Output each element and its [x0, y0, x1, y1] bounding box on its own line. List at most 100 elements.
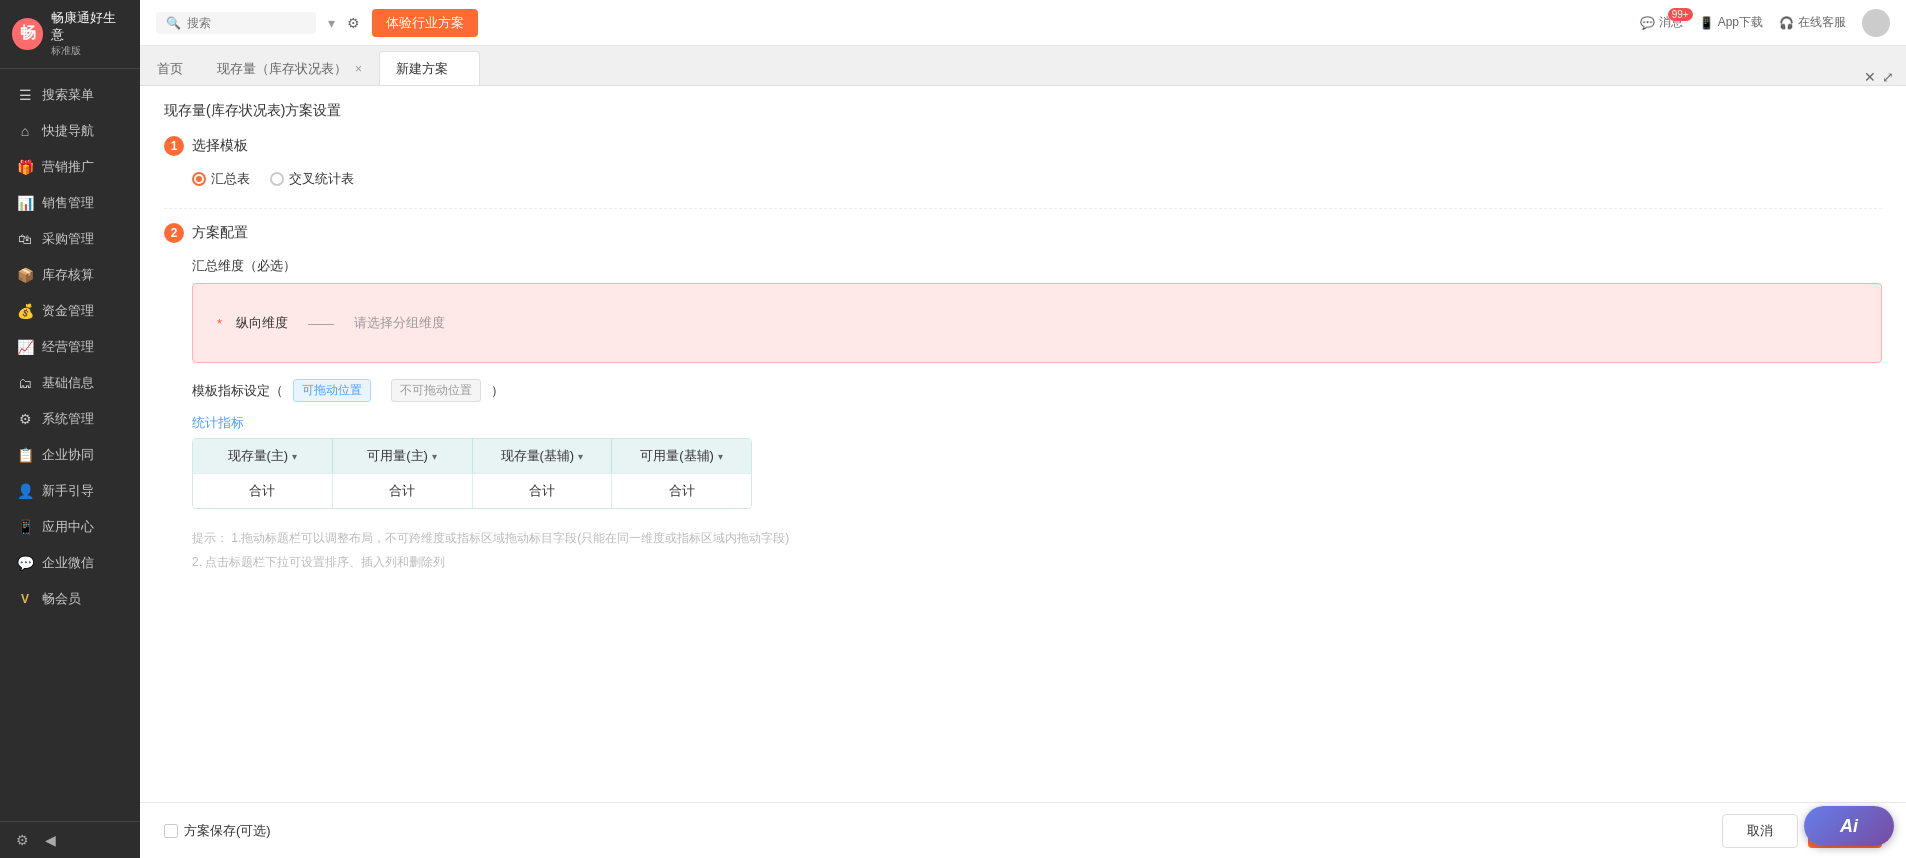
sidebar-item-quick-nav[interactable]: ⌂ 快捷导航 [0, 113, 140, 149]
dimension-dash: —— [308, 316, 334, 331]
col2-chevron[interactable]: ▾ [432, 451, 437, 462]
sidebar-nav: ☰ 搜索菜单 ⌂ 快捷导航 🎁 营销推广 📊 销售管理 🛍 采购管理 📦 库存核… [0, 69, 140, 821]
main-area: 🔍 ▾ ⚙ 体验行业方案 💬 消息 99+ 📱 App下载 🎧 在线客服 [140, 0, 1906, 858]
app-subtitle: 标准版 [51, 44, 128, 58]
message-badge[interactable]: 💬 消息 99+ [1640, 14, 1683, 31]
sidebar-item-label: 新手引导 [42, 482, 94, 500]
ai-label: Ai [1840, 816, 1858, 837]
template-radio-group: 汇总表 交叉统计表 [192, 170, 1882, 188]
sidebar-item-newbie[interactable]: 👤 新手引导 [0, 473, 140, 509]
expand-icon[interactable]: ⤢ [1882, 69, 1894, 85]
sidebar-item-label: 系统管理 [42, 410, 94, 428]
section-config: 2 方案配置 汇总维度（必选） * 纵向维度 —— 请选择分组维度 模板指标设定… [164, 223, 1882, 573]
tab-home-label: 首页 [157, 60, 183, 78]
mobile-icon: 📱 [16, 519, 34, 535]
online-service-link[interactable]: 🎧 在线客服 [1779, 14, 1846, 31]
sidebar-item-label: 搜索菜单 [42, 86, 94, 104]
dimension-box: * 纵向维度 —— 请选择分组维度 [192, 283, 1882, 363]
settings-icon[interactable]: ⚙ [16, 832, 29, 848]
save-checkbox[interactable] [164, 824, 178, 838]
topbar-right: 💬 消息 99+ 📱 App下载 🎧 在线客服 [1640, 9, 1890, 37]
no-drag-badge: 不可拖动位置 [391, 379, 481, 402]
sidebar-item-member[interactable]: V 畅会员 [0, 581, 140, 617]
tab-inventory-status[interactable]: 现存量（库存状况表） × [200, 51, 379, 85]
required-mark: * [217, 316, 222, 331]
sidebar-item-search-menu[interactable]: ☰ 搜索菜单 [0, 77, 140, 113]
app-download-link[interactable]: 📱 App下载 [1699, 14, 1763, 31]
search-icon: 🔍 [166, 16, 181, 30]
stats-col3-data: 合计 [473, 474, 613, 508]
cancel-button[interactable]: 取消 [1722, 814, 1798, 848]
message-count: 99+ [1668, 8, 1693, 21]
sidebar-item-label: 资金管理 [42, 302, 94, 320]
app-download-label: App下载 [1718, 14, 1763, 31]
search-input[interactable] [187, 16, 287, 30]
gear-icon: ⚙ [16, 411, 34, 427]
stats-col1-data: 合计 [193, 474, 333, 508]
col4-chevron[interactable]: ▾ [718, 451, 723, 462]
indicator-settings: 模板指标设定（ 可拖动位置 不可拖动位置 ） [192, 379, 1882, 402]
save-option-label: 方案保存(可选) [184, 822, 271, 840]
sidebar-item-operations[interactable]: 📈 经营管理 [0, 329, 140, 365]
enterprise-icon: 📋 [16, 447, 34, 463]
tab-inventory-close[interactable]: × [355, 62, 362, 76]
search-bar[interactable]: 🔍 [156, 12, 316, 34]
ai-fab-button[interactable]: Ai [1804, 806, 1894, 846]
stats-col1-header[interactable]: 现存量(主) ▾ [193, 439, 333, 473]
sidebar-item-label: 库存核算 [42, 266, 94, 284]
content: 现存量(库存状况表)方案设置 1 选择模板 汇总表 交叉统计表 [140, 86, 1906, 802]
section1-num: 1 [164, 136, 184, 156]
sidebar-item-label: 企业微信 [42, 554, 94, 572]
shopping-icon: 🛍 [16, 231, 34, 247]
stats-col4-header[interactable]: 可用量(基辅) ▾ [612, 439, 751, 473]
sidebar: 畅 畅康通好生意 标准版 ☰ 搜索菜单 ⌂ 快捷导航 🎁 营销推广 📊 销售管理… [0, 0, 140, 858]
tab-new-scheme[interactable]: 新建方案 × [379, 51, 480, 85]
dimension-name: 纵向维度 [236, 314, 288, 332]
avatar[interactable] [1862, 9, 1890, 37]
search-menu-icon: ☰ [16, 87, 34, 103]
folder-icon: 🗂 [16, 375, 34, 391]
box-icon: 📦 [16, 267, 34, 283]
stats-col2-label: 可用量(主) [367, 447, 428, 465]
user-icon: 👤 [16, 483, 34, 499]
sidebar-item-inventory[interactable]: 📦 库存核算 [0, 257, 140, 293]
sidebar-item-marketing[interactable]: 🎁 营销推广 [0, 149, 140, 185]
sidebar-item-label: 营销推广 [42, 158, 94, 176]
sidebar-item-label: 基础信息 [42, 374, 94, 392]
wechat-icon: 💬 [16, 555, 34, 571]
industry-btn[interactable]: 体验行业方案 [372, 9, 478, 37]
tab-new-close[interactable]: × [456, 62, 463, 76]
phone-icon: 📱 [1699, 16, 1714, 30]
dropdown-icon[interactable]: ▾ [328, 15, 335, 31]
section-divider [164, 208, 1882, 209]
indicator-settings-label: 模板指标设定（ [192, 382, 283, 400]
sidebar-item-wechat[interactable]: 💬 企业微信 [0, 545, 140, 581]
tab-home[interactable]: 首页 [140, 51, 200, 85]
collapse-icon[interactable]: ◀ [45, 832, 56, 848]
dimension-placeholder[interactable]: 请选择分组维度 [354, 314, 445, 332]
save-option[interactable]: 方案保存(可选) [164, 822, 271, 840]
stats-table: 现存量(主) ▾ 可用量(主) ▾ 现存量(基辅) ▾ [192, 438, 752, 509]
radio-summary[interactable]: 汇总表 [192, 170, 250, 188]
col1-chevron[interactable]: ▾ [292, 451, 297, 462]
stats-data-row: 合计 合计 合计 合计 [193, 473, 751, 508]
sidebar-item-purchase[interactable]: 🛍 采购管理 [0, 221, 140, 257]
sidebar-item-system[interactable]: ⚙ 系统管理 [0, 401, 140, 437]
stats-col3-header[interactable]: 现存量(基辅) ▾ [473, 439, 613, 473]
sidebar-item-app-center[interactable]: 📱 应用中心 [0, 509, 140, 545]
col3-chevron[interactable]: ▾ [578, 451, 583, 462]
tab-inventory-label: 现存量（库存状况表） [217, 60, 347, 78]
topbar: 🔍 ▾ ⚙ 体验行业方案 💬 消息 99+ 📱 App下载 🎧 在线客服 [140, 0, 1906, 46]
sidebar-item-finance[interactable]: 💰 资金管理 [0, 293, 140, 329]
sidebar-logo: 畅 [12, 18, 43, 50]
radio-cross[interactable]: 交叉统计表 [270, 170, 354, 188]
radio-summary-circle [192, 172, 206, 186]
tip-1: 提示： 1.拖动标题栏可以调整布局，不可跨维度或指标区域拖动标目字段(只能在同一… [192, 528, 1882, 550]
vip-icon: V [16, 592, 34, 606]
sidebar-item-sales[interactable]: 📊 销售管理 [0, 185, 140, 221]
close-window-icon[interactable]: ✕ [1864, 69, 1876, 85]
settings-icon[interactable]: ⚙ [347, 15, 360, 31]
stats-col2-header[interactable]: 可用量(主) ▾ [333, 439, 473, 473]
sidebar-item-basic-info[interactable]: 🗂 基础信息 [0, 365, 140, 401]
sidebar-item-enterprise[interactable]: 📋 企业协同 [0, 437, 140, 473]
